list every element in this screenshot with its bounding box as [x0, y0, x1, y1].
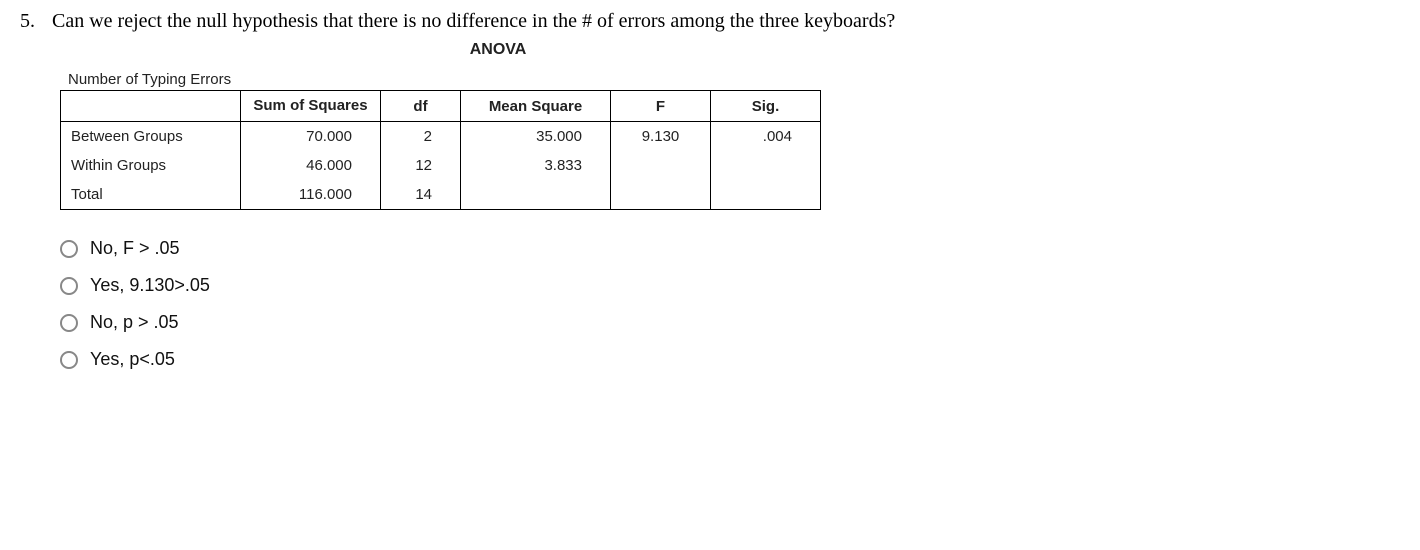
anova-subtitle: Number of Typing Errors — [68, 71, 1400, 88]
header-sum-of-squares: Sum of Squares — [241, 91, 381, 122]
cell-total-df: 14 — [381, 180, 461, 210]
cell-between-ss: 70.000 — [241, 122, 381, 152]
header-mean-square: Mean Square — [461, 91, 611, 122]
cell-between-ms: 35.000 — [461, 122, 611, 152]
header-df: df — [381, 91, 461, 122]
cell-total-ss: 116.000 — [241, 180, 381, 210]
table-row-within: Within Groups 46.000 12 3.833 — [61, 151, 821, 180]
cell-within-ss: 46.000 — [241, 151, 381, 180]
radio-icon[interactable] — [60, 351, 78, 369]
option-d-label: Yes, p<.05 — [90, 349, 175, 370]
option-a[interactable]: No, F > .05 — [60, 238, 1400, 259]
question-text: Can we reject the null hypothesis that t… — [52, 10, 895, 33]
question-number: 5. — [20, 10, 44, 33]
header-sig: Sig. — [711, 91, 821, 122]
table-header-row: Sum of Squares df Mean Square F Sig. — [61, 91, 821, 122]
cell-between-sig: .004 — [711, 122, 821, 152]
radio-icon[interactable] — [60, 314, 78, 332]
row-label-total: Total — [61, 180, 241, 210]
cell-between-f: 9.130 — [611, 122, 711, 152]
table-row-total: Total 116.000 14 — [61, 180, 821, 210]
table-row-between: Between Groups 70.000 2 35.000 9.130 .00… — [61, 122, 821, 152]
cell-total-f — [611, 180, 711, 210]
cell-total-ms — [461, 180, 611, 210]
row-label-between: Between Groups — [61, 122, 241, 152]
anova-table: Sum of Squares df Mean Square F Sig. Bet… — [60, 90, 821, 210]
header-blank — [61, 91, 241, 122]
row-label-within: Within Groups — [61, 151, 241, 180]
header-f: F — [611, 91, 711, 122]
radio-icon[interactable] — [60, 277, 78, 295]
option-c-label: No, p > .05 — [90, 312, 179, 333]
anova-title: ANOVA — [68, 41, 928, 59]
cell-within-f — [611, 151, 711, 180]
cell-within-df: 12 — [381, 151, 461, 180]
option-b-label: Yes, 9.130>.05 — [90, 275, 210, 296]
cell-between-df: 2 — [381, 122, 461, 152]
option-a-label: No, F > .05 — [90, 238, 180, 259]
option-b[interactable]: Yes, 9.130>.05 — [60, 275, 1400, 296]
cell-total-sig — [711, 180, 821, 210]
cell-within-ms: 3.833 — [461, 151, 611, 180]
answer-options: No, F > .05 Yes, 9.130>.05 No, p > .05 Y… — [60, 238, 1400, 370]
question-row: 5. Can we reject the null hypothesis tha… — [20, 10, 1400, 33]
option-c[interactable]: No, p > .05 — [60, 312, 1400, 333]
radio-icon[interactable] — [60, 240, 78, 258]
header-ss-text: Sum of Squares — [251, 97, 370, 115]
option-d[interactable]: Yes, p<.05 — [60, 349, 1400, 370]
cell-within-sig — [711, 151, 821, 180]
